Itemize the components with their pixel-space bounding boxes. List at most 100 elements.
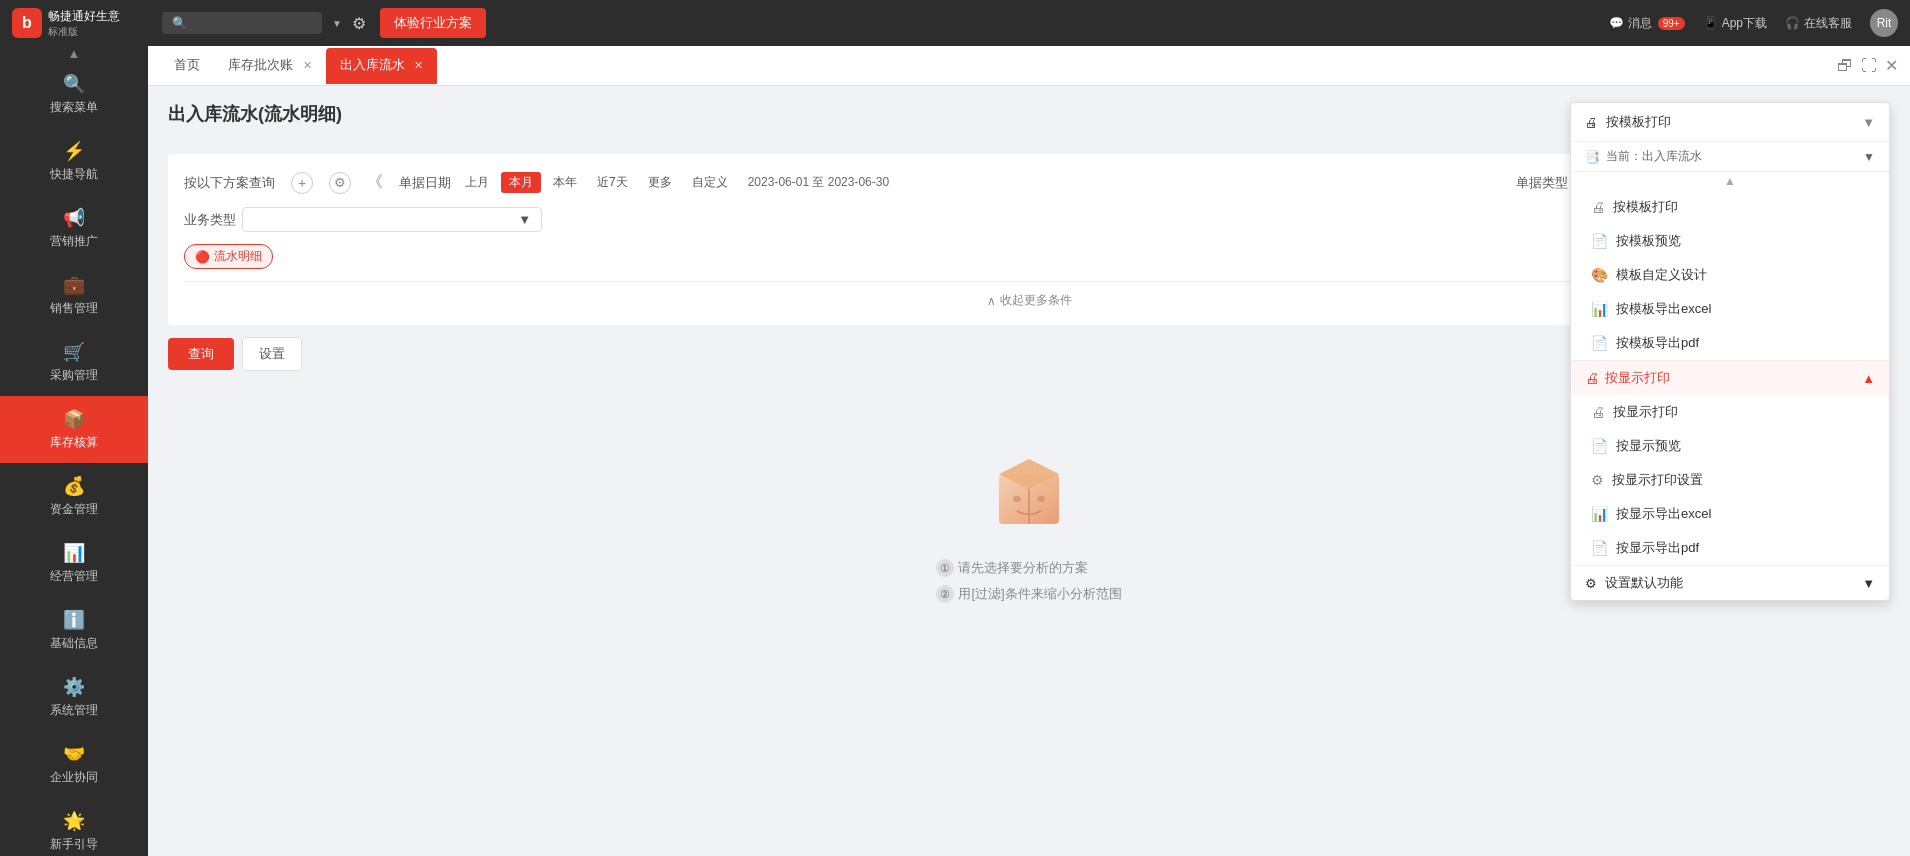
sidebar-item-operations[interactable]: 📊 经营管理 [0,530,148,597]
dropdown-display-pdf-label: 按显示导出pdf [1616,539,1699,557]
sidebar-item-finance-label: 资金管理 [50,501,98,518]
dropdown-display-section-header[interactable]: 🖨 按显示打印 ▲ [1571,361,1889,395]
basic-icon: ℹ️ [63,609,85,631]
sidebar-item-finance[interactable]: 💰 资金管理 [0,463,148,530]
dropdown-item-display-export-pdf[interactable]: 📄 按显示导出pdf [1571,531,1889,565]
date-opt-more[interactable]: 更多 [640,172,680,193]
sidebar-item-purchase[interactable]: 🛒 采购管理 [0,329,148,396]
logo-area: b 畅捷通好生意 标准版 [12,8,152,39]
trial-btn[interactable]: 体验行业方案 [380,8,486,38]
tab-inventory-batch[interactable]: 库存批次账 ✕ [214,48,326,84]
message-item[interactable]: 💬 消息 99+ [1609,15,1685,32]
empty-hint: ①请先选择要分析的方案 ②用[过滤]条件来缩小分析范围 [936,555,1121,607]
dropdown-scroll-up[interactable]: ▲ [1571,172,1889,190]
main-layout: ▲ 🔍 搜索菜单 ⚡ 快捷导航 📢 营销推广 💼 销售管理 🛒 采购管理 📦 库… [0,46,1910,856]
online-service-item[interactable]: 🎧 在线客服 [1785,15,1852,32]
sidebar-item-enterprise[interactable]: 🤝 企业协同 [0,731,148,798]
dropdown-item-template-print[interactable]: 🖨 按模板打印 [1571,190,1889,224]
sidebar-item-inventory[interactable]: 📦 库存核算 [0,396,148,463]
sidebar-item-search-menu[interactable]: 🔍 搜索菜单 [0,61,148,128]
tab-close-btn[interactable]: ✕ [1885,56,1898,75]
tab-home[interactable]: 首页 [160,48,214,84]
date-opt-last-month[interactable]: 上月 [457,172,497,193]
dropdown-item-template-custom[interactable]: 🎨 模板自定义设计 [1571,258,1889,292]
filter-collapse-toggle[interactable]: 《 [367,172,383,193]
dropdown-current-arrow[interactable]: ▼ [1863,150,1875,164]
tab-restore-btn[interactable]: 🗗 [1837,57,1853,75]
dropdown-template-custom-icon: 🎨 [1591,267,1608,283]
dropdown-display-settings-icon: ⚙ [1591,472,1604,488]
tab-expand-btn[interactable]: ⛶ [1861,57,1877,75]
header-right: 💬 消息 99+ 📱 App下载 🎧 在线客服 Rit [1609,9,1898,37]
sidebar-item-search-menu-label: 搜索菜单 [50,99,98,116]
dropdown-item-display-preview[interactable]: 📄 按显示预览 [1571,429,1889,463]
dropdown-item-display-print-settings[interactable]: ⚙ 按显示打印设置 [1571,463,1889,497]
settings-default-icon: ⚙ [1585,576,1597,591]
dropdown-item-display-export-excel[interactable]: 📊 按显示导出excel [1571,497,1889,531]
date-opt-this-year[interactable]: 本年 [545,172,585,193]
sidebar-item-marketing[interactable]: 📢 营销推广 [0,195,148,262]
search-menu-icon: 🔍 [63,73,85,95]
search-icon: 🔍 [172,16,187,30]
sidebar-item-sales[interactable]: 💼 销售管理 [0,262,148,329]
sidebar-item-quick-nav-label: 快捷导航 [50,166,98,183]
sidebar-item-system-label: 系统管理 [50,702,98,719]
dropdown-panel: 🖨 按模板打印 ▼ 📑 当前：出入库流水 ▼ ▲ 🖨 按模板打印 [1570,102,1890,601]
guide-icon: 🌟 [63,810,85,832]
date-options: 上月 本月 本年 近7天 更多 自定义 [457,172,736,193]
dropdown-template-excel-icon: 📊 [1591,301,1608,317]
sidebar-item-system[interactable]: ⚙️ 系统管理 [0,664,148,731]
dropdown-template-pdf-label: 按模板导出pdf [1616,334,1699,352]
dropdown-header: 🖨 按模板打印 ▼ [1571,103,1889,142]
settings-action-btn[interactable]: 设置 [242,337,302,371]
tab-inout-flow[interactable]: 出入库流水 ✕ [326,48,438,84]
filter-label: 按以下方案查询 [184,174,275,192]
sidebar-item-sales-label: 销售管理 [50,300,98,317]
dropdown-item-template-export-excel[interactable]: 📊 按模板导出excel [1571,292,1889,326]
filter-add-btn[interactable]: + [291,172,313,194]
dropdown-template-preview-icon: 📄 [1591,233,1608,249]
filter-settings-btn[interactable]: ⚙ [329,172,351,194]
avatar[interactable]: Rit [1870,9,1898,37]
filter-settings-icon: ⚙ [334,175,346,190]
app-download-item[interactable]: 📱 App下载 [1703,15,1767,32]
sidebar-item-basic[interactable]: ℹ️ 基础信息 [0,597,148,664]
sidebar-scroll-up[interactable]: ▲ [0,46,148,61]
dropdown-title-arrow[interactable]: ▼ [1862,115,1875,130]
inventory-icon: 📦 [63,408,85,430]
sidebar-item-guide[interactable]: 🌟 新手引导 [0,798,148,856]
dropdown-item-template-export-pdf[interactable]: 📄 按模板导出pdf [1571,326,1889,360]
hint-num-2: ② [936,585,954,603]
date-opt-7days[interactable]: 近7天 [589,172,636,193]
dropdown-current-label: 当前：出入库流水 [1606,148,1702,165]
business-type-filter: 业务类型 ▼ [184,207,542,232]
dropdown-item-template-preview[interactable]: 📄 按模板预览 [1571,224,1889,258]
dropdown-footer-arrow: ▼ [1862,576,1875,591]
flow-detail-tag[interactable]: 🔴 流水明细 [184,244,273,269]
tab-inventory-batch-close[interactable]: ✕ [303,59,312,71]
tab-inout-flow-close[interactable]: ✕ [414,59,423,71]
dropdown-current-left: 📑 当前：出入库流水 [1585,148,1702,165]
query-btn[interactable]: 查询 [168,338,234,370]
empty-icon [979,439,1079,539]
date-opt-this-month[interactable]: 本月 [501,172,541,193]
dropdown-current[interactable]: 📑 当前：出入库流水 ▼ [1571,142,1889,172]
search-dropdown-arrow[interactable]: ▼ [332,18,342,29]
sidebar-item-quick-nav[interactable]: ⚡ 快捷导航 [0,128,148,195]
tab-inventory-batch-label: 库存批次账 [228,57,293,72]
business-type-arrow: ▼ [518,212,531,227]
message-icon: 💬 [1609,16,1624,30]
date-opt-custom[interactable]: 自定义 [684,172,736,193]
marketing-icon: 📢 [63,207,85,229]
header-search-box[interactable]: 🔍 [162,12,322,34]
header-settings-icon[interactable]: ⚙ [352,14,366,33]
dropdown-display-settings-label: 按显示打印设置 [1612,471,1703,489]
display-section-label: 按显示打印 [1605,369,1670,387]
search-input[interactable] [193,16,313,30]
business-type-select[interactable]: ▼ [242,207,542,232]
dropdown-display-preview-label: 按显示预览 [1616,437,1681,455]
quick-nav-icon: ⚡ [63,140,85,162]
dropdown-item-display-print[interactable]: 🖨 按显示打印 [1571,395,1889,429]
dropdown-footer[interactable]: ⚙ 设置默认功能 ▼ [1571,566,1889,600]
dropdown-template-excel-label: 按模板导出excel [1616,300,1711,318]
